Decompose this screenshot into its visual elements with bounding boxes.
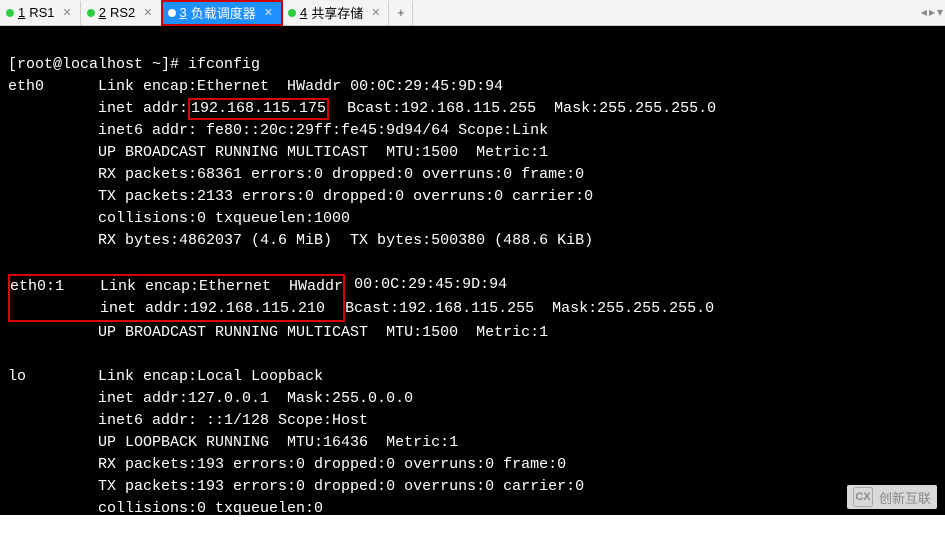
watermark: CX 创新互联 bbox=[847, 485, 937, 509]
tab-sharedstorage[interactable]: 4 共享存储 ✕ bbox=[282, 1, 389, 25]
output-line: Bcast:192.168.115.255 Mask:255.255.255.0 bbox=[329, 100, 716, 117]
watermark-text: 创新互联 bbox=[879, 488, 931, 507]
output-line: inet addr:192.168.115.210 bbox=[10, 300, 343, 317]
output-line: RX packets:68361 errors:0 dropped:0 over… bbox=[98, 166, 584, 183]
output-line: collisions:0 txqueuelen:1000 bbox=[98, 210, 350, 227]
status-dot-icon bbox=[288, 9, 296, 17]
output-line: UP LOOPBACK RUNNING MTU:16436 Metric:1 bbox=[98, 434, 458, 451]
tab-number: 1 bbox=[18, 5, 25, 20]
close-icon[interactable]: ✕ bbox=[143, 6, 152, 19]
tab-rs1[interactable]: 1 RS1 ✕ bbox=[0, 1, 81, 25]
command: ifconfig bbox=[188, 56, 260, 73]
tab-label: RS1 bbox=[29, 5, 54, 20]
nav-menu-icon[interactable]: ▾ bbox=[937, 5, 943, 19]
prompt: [root@localhost ~]# bbox=[8, 56, 188, 73]
nav-right-icon[interactable]: ▸ bbox=[929, 5, 935, 19]
status-dot-icon bbox=[6, 9, 14, 17]
close-icon[interactable]: ✕ bbox=[264, 6, 273, 19]
output-line: inet6 addr: ::1/128 Scope:Host bbox=[98, 412, 368, 429]
tab-number: 2 bbox=[99, 5, 106, 20]
status-dot-icon bbox=[168, 9, 176, 17]
output-line: TX packets:2133 errors:0 dropped:0 overr… bbox=[98, 188, 593, 205]
close-icon[interactable]: ✕ bbox=[63, 6, 72, 19]
output-line: UP BROADCAST RUNNING MULTICAST MTU:1500 … bbox=[98, 144, 548, 161]
output-line: inet addr:127.0.0.1 Mask:255.0.0.0 bbox=[98, 390, 413, 407]
nav-left-icon[interactable]: ◂ bbox=[921, 5, 927, 19]
tab-number: 3 bbox=[180, 5, 187, 20]
output-line: Bcast:192.168.115.255 Mask:255.255.255.0 bbox=[345, 300, 714, 317]
tab-label: 负载调度器 bbox=[191, 3, 256, 22]
iface-name: lo bbox=[8, 368, 26, 385]
tab-loadbalancer[interactable]: 3 负载调度器 ✕ bbox=[162, 1, 282, 25]
tab-number: 4 bbox=[300, 5, 307, 20]
iface-name: eth0 bbox=[8, 78, 44, 95]
output-line: inet6 addr: fe80::20c:29ff:fe45:9d94/64 … bbox=[98, 122, 548, 139]
tab-rs2[interactable]: 2 RS2 ✕ bbox=[81, 1, 162, 25]
status-dot-icon bbox=[87, 9, 95, 17]
tab-label: 共享存储 bbox=[311, 3, 363, 22]
output-line: TX packets:193 errors:0 dropped:0 overru… bbox=[98, 478, 584, 495]
highlighted-ip: 192.168.115.175 bbox=[188, 98, 329, 120]
tab-label: RS2 bbox=[110, 5, 135, 20]
highlighted-block: eth0:1 Link encap:Ethernet HWaddr inet a… bbox=[8, 274, 345, 322]
output-line: 00:0C:29:45:9D:94 bbox=[345, 274, 507, 296]
output-line: RX packets:193 errors:0 dropped:0 overru… bbox=[98, 456, 566, 473]
tab-bar: 1 RS1 ✕ 2 RS2 ✕ 3 负载调度器 ✕ 4 共享存储 ✕ + ◂ ▸… bbox=[0, 0, 945, 26]
output-line: eth0:1 Link encap:Ethernet HWaddr bbox=[10, 278, 343, 295]
tab-nav: ◂ ▸ ▾ bbox=[921, 0, 943, 24]
watermark-logo-icon: CX bbox=[853, 487, 873, 507]
output-line: collisions:0 txqueuelen:0 bbox=[98, 500, 323, 517]
output-line: UP BROADCAST RUNNING MULTICAST MTU:1500 … bbox=[98, 324, 548, 341]
close-icon[interactable]: ✕ bbox=[371, 6, 380, 19]
output-line: RX bytes:15837 (15.4 KiB) TX bytes:15837… bbox=[98, 522, 566, 539]
output-line: Link encap:Local Loopback bbox=[98, 368, 323, 385]
output-line: RX bytes:4862037 (4.6 MiB) TX bytes:5003… bbox=[98, 232, 593, 249]
new-tab-button[interactable]: + bbox=[389, 1, 413, 25]
output-line: Link encap:Ethernet HWaddr 00:0C:29:45:9… bbox=[98, 78, 503, 95]
terminal[interactable]: [root@localhost ~]# ifconfig eth0 Link e… bbox=[0, 26, 945, 515]
output-line: inet addr: bbox=[98, 100, 188, 117]
